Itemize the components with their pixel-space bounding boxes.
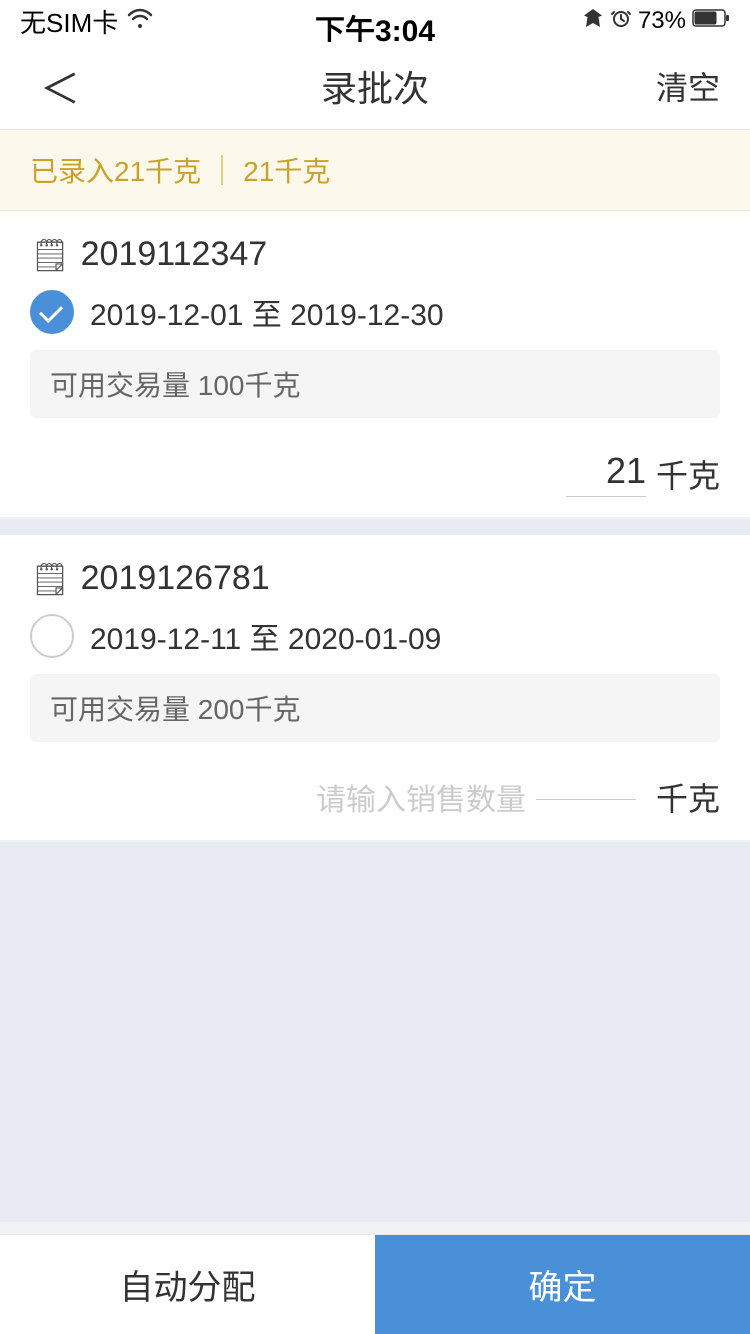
nav-bar: ＜ 录批次 清空 — [0, 42, 750, 130]
back-button[interactable]: ＜ — [30, 47, 90, 125]
avail-qty-row-2: 可用交易量 200千克 — [30, 674, 720, 742]
bottom-bar: 自动分配 确定 — [0, 1234, 750, 1334]
avail-qty-text-1: 可用交易量 100千克 — [50, 370, 301, 401]
battery-icon — [692, 7, 730, 35]
qty-input-row-2[interactable]: 请输入销售数量 千克 — [0, 758, 750, 840]
qty-unit-2: 千克 — [656, 774, 720, 820]
batch-card-2: 🗒 2019126781 2019-12-11 至 2020-01-09 可用交… — [0, 535, 750, 840]
status-left: 无SIM卡 — [20, 3, 154, 40]
batch-id-2: 2019126781 — [81, 559, 270, 598]
wifi-icon — [126, 4, 154, 39]
confirm-button[interactable]: 确定 — [375, 1235, 750, 1334]
page-title: 录批次 — [321, 60, 429, 112]
status-bar: 无SIM卡 下午3:04 73% — [0, 0, 750, 42]
carrier-text: 无SIM卡 — [20, 3, 118, 40]
batch-date-row-1[interactable]: 2019-12-01 至 2019-12-30 — [0, 282, 750, 346]
avail-qty-text-2: 可用交易量 200千克 — [50, 694, 301, 725]
avail-qty-row-1: 可用交易量 100千克 — [30, 350, 720, 418]
location-icon — [582, 7, 604, 36]
batch-header-2: 🗒 2019126781 — [0, 535, 750, 606]
clear-button[interactable]: 清空 — [656, 63, 720, 109]
batch-icon-2: 🗒 — [30, 560, 71, 598]
radio-btn-1[interactable] — [30, 290, 74, 334]
batch-icon-1: 🗒 — [30, 236, 71, 274]
radio-btn-2[interactable] — [30, 614, 74, 658]
info-divider — [221, 155, 223, 185]
batch-date-1: 2019-12-01 至 2019-12-30 — [90, 290, 444, 334]
info-value: 21千克 — [243, 150, 330, 190]
batch-header-1: 🗒 2019112347 — [0, 211, 750, 282]
qty-value-1[interactable]: 21 — [566, 450, 646, 497]
qty-unit-1: 千克 — [656, 451, 720, 497]
auto-distribute-button[interactable]: 自动分配 — [0, 1235, 375, 1334]
qty-input-row-1: 21 千克 — [0, 434, 750, 517]
section-divider — [0, 519, 750, 535]
batch-id-1: 2019112347 — [81, 235, 268, 274]
batch-date-row-2[interactable]: 2019-12-11 至 2020-01-09 — [0, 606, 750, 670]
empty-area — [0, 842, 750, 1222]
status-right: 73% — [582, 7, 730, 36]
recorded-label: 已录入21千克 — [30, 150, 201, 190]
batch-card-1: 🗒 2019112347 2019-12-01 至 2019-12-30 可用交… — [0, 211, 750, 517]
alarm-icon — [610, 7, 632, 36]
info-banner: 已录入21千克 21千克 — [0, 130, 750, 211]
qty-placeholder-2: 请输入销售数量 — [30, 775, 526, 819]
battery-text: 73% — [638, 7, 686, 35]
batch-date-2: 2019-12-11 至 2020-01-09 — [90, 614, 441, 658]
